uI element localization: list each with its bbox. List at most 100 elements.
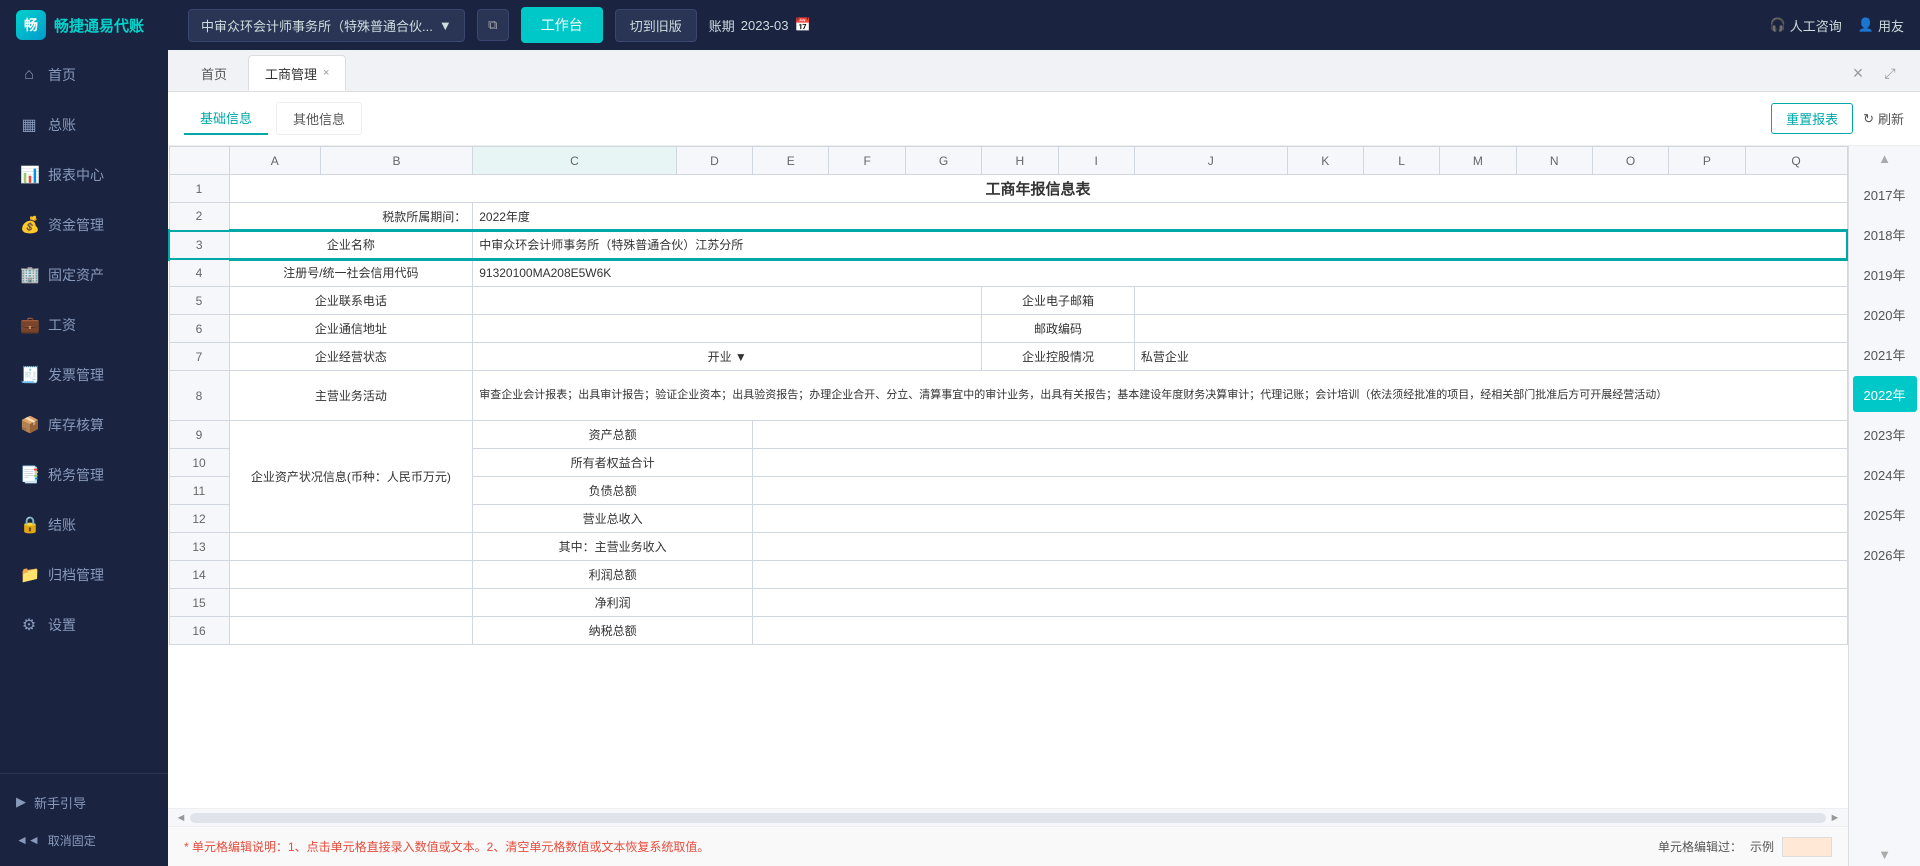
sidebar-item-asset[interactable]: 🏢 固定资产 bbox=[0, 250, 168, 300]
cell-12-value[interactable] bbox=[753, 505, 1847, 533]
expand-window-button[interactable]: ⤢ bbox=[1876, 59, 1904, 87]
year-item-2023[interactable]: 2023年 bbox=[1853, 416, 1917, 452]
cell-4-value[interactable]: 91320100MA208E5W6K bbox=[473, 259, 1847, 287]
cell-3-value[interactable]: 中审众环会计师事务所（特殊普通合伙）江苏分所 bbox=[473, 231, 1847, 259]
user-label: 用友 bbox=[1878, 16, 1904, 35]
table-row: 5 企业联系电话 企业电子邮箱 bbox=[169, 287, 1847, 315]
cell-7-status-value[interactable]: 开业 ▼ bbox=[473, 343, 982, 371]
tab-basic-info[interactable]: 基础信息 bbox=[184, 102, 268, 135]
sidebar-item-archive[interactable]: 📁 归档管理 bbox=[0, 550, 168, 600]
table-row: 15 净利润 bbox=[169, 589, 1847, 617]
switch-version-button[interactable]: 切到旧版 bbox=[615, 9, 697, 42]
sidebar-label-closing: 结账 bbox=[48, 515, 76, 535]
app-logo: 畅 畅捷通易代账 bbox=[16, 10, 176, 40]
row-num-11: 11 bbox=[169, 477, 229, 505]
table-row: 1 工商年报信息表 bbox=[169, 175, 1847, 203]
tab-close-icon[interactable]: × bbox=[323, 67, 329, 79]
cell-16-value[interactable] bbox=[753, 617, 1847, 645]
row-num-5: 5 bbox=[169, 287, 229, 315]
cell-15-value[interactable] bbox=[753, 589, 1847, 617]
cell-9-value[interactable] bbox=[753, 421, 1847, 449]
cell-2-value[interactable]: 2022年度 bbox=[473, 203, 1847, 231]
tab-other-info[interactable]: 其他信息 bbox=[276, 102, 362, 135]
cell-5-email-value[interactable] bbox=[1134, 287, 1847, 315]
cell-5-phone[interactable] bbox=[473, 287, 982, 315]
sidebar-item-inventory[interactable]: 📦 库存核算 bbox=[0, 400, 168, 450]
workbench-button[interactable]: 工作台 bbox=[521, 7, 603, 43]
sidebar-label-inventory: 库存核算 bbox=[48, 415, 104, 435]
sidebar-scroll: ⌂ 首页 ▦ 总账 📊 报表中心 💰 资金管理 🏢 固定资产 💼 工资 bbox=[0, 50, 168, 773]
scroll-left-arrow[interactable]: ◄ bbox=[172, 809, 190, 827]
year-scroll-up-button[interactable]: ▲ bbox=[1853, 146, 1917, 170]
year-item-2021[interactable]: 2021年 bbox=[1853, 336, 1917, 372]
salary-icon: 💼 bbox=[20, 315, 38, 335]
row-num-2: 2 bbox=[169, 203, 229, 231]
calendar-icon[interactable]: 📅 bbox=[794, 17, 810, 33]
cell-10-value[interactable] bbox=[753, 449, 1847, 477]
row-num-7: 7 bbox=[169, 343, 229, 371]
cell-6-zip-label: 邮政编码 bbox=[982, 315, 1135, 343]
scroll-right-arrow[interactable]: ► bbox=[1826, 809, 1844, 827]
cell-6-address[interactable] bbox=[473, 315, 982, 343]
unpin-button[interactable]: ◄◄ 取消固定 bbox=[0, 822, 168, 858]
scroll-track[interactable] bbox=[190, 813, 1826, 823]
content-toolbar: 基础信息 其他信息 重置报表 ↻ 刷新 bbox=[168, 92, 1920, 146]
close-window-button[interactable]: × bbox=[1844, 59, 1872, 87]
sidebar-item-ledger[interactable]: ▦ 总账 bbox=[0, 100, 168, 150]
sidebar-item-settings[interactable]: ⚙ 设置 bbox=[0, 600, 168, 650]
report-icon: 📊 bbox=[20, 165, 38, 185]
cell-5-email-label: 企业电子邮箱 bbox=[982, 287, 1135, 315]
sidebar-item-closing[interactable]: 🔒 结账 bbox=[0, 500, 168, 550]
year-item-2022[interactable]: 2022年 bbox=[1853, 376, 1917, 412]
sidebar-item-salary[interactable]: 💼 工资 bbox=[0, 300, 168, 350]
cell-14-label: 利润总额 bbox=[473, 561, 753, 589]
year-item-2025[interactable]: 2025年 bbox=[1853, 496, 1917, 532]
new-guide-button[interactable]: ▶ 新手引导 bbox=[0, 782, 168, 822]
copy-button[interactable]: ⧉ bbox=[477, 9, 509, 41]
reset-report-button[interactable]: 重置报表 bbox=[1771, 103, 1853, 134]
sheet-grid[interactable]: A B C D E F G H I J K L bbox=[168, 146, 1848, 808]
cell-8-value[interactable]: 审查企业会计报表；出具审计报告；验证企业资本；出具验资报告；办理企业合开、分立、… bbox=[473, 371, 1847, 421]
col-header-c: C bbox=[473, 147, 677, 175]
tab-commerce[interactable]: 工商管理 × bbox=[248, 55, 346, 91]
top-bar: 畅 畅捷通易代账 中审众环会计师事务所（特殊普通合伙... ▼ ⧉ 工作台 切到… bbox=[0, 0, 1920, 50]
guide-icon: ▶ bbox=[16, 794, 26, 810]
cell-14-value[interactable] bbox=[753, 561, 1847, 589]
company-selector[interactable]: 中审众环会计师事务所（特殊普通合伙... ▼ bbox=[188, 9, 465, 42]
sidebar-item-home[interactable]: ⌂ 首页 bbox=[0, 50, 168, 100]
top-right-area: 🎧 人工咨询 👤 用友 bbox=[1770, 16, 1904, 35]
sidebar-item-tax[interactable]: 📑 税务管理 bbox=[0, 450, 168, 500]
settings-icon: ⚙ bbox=[20, 615, 38, 635]
spreadsheet-container: A B C D E F G H I J K L bbox=[168, 146, 1848, 866]
year-item-2017[interactable]: 2017年 bbox=[1853, 176, 1917, 212]
service-button[interactable]: 🎧 人工咨询 bbox=[1770, 16, 1842, 35]
tab-home[interactable]: 首页 bbox=[184, 55, 244, 91]
user-button[interactable]: 👤 用友 bbox=[1858, 16, 1904, 35]
cell-title[interactable]: 工商年报信息表 bbox=[229, 175, 1847, 203]
year-panel: ▲ 2017年 2018年 2019年 2020年 2021年 2022年 20… bbox=[1848, 146, 1920, 866]
cell-edit-hint: * 单元格编辑说明：1、点击单元格直接录入数值或文本。2、清空单元格数值或文本恢… bbox=[184, 838, 709, 855]
cell-13-value[interactable] bbox=[753, 533, 1847, 561]
unpin-icon: ◄◄ bbox=[16, 833, 40, 847]
year-item-2018[interactable]: 2018年 bbox=[1853, 216, 1917, 252]
refresh-button[interactable]: ↻ 刷新 bbox=[1863, 109, 1904, 128]
table-row: 16 纳税总额 bbox=[169, 617, 1847, 645]
sidebar-item-invoice[interactable]: 🧾 发票管理 bbox=[0, 350, 168, 400]
year-item-2020[interactable]: 2020年 bbox=[1853, 296, 1917, 332]
table-row: 7 企业经营状态 开业 ▼ 企业控股情况 私营企业 bbox=[169, 343, 1847, 371]
year-item-2026[interactable]: 2026年 bbox=[1853, 536, 1917, 572]
logo-icon: 畅 bbox=[16, 10, 46, 40]
sidebar-item-finance[interactable]: 💰 资金管理 bbox=[0, 200, 168, 250]
year-scroll-down-button[interactable]: ▼ bbox=[1853, 842, 1917, 866]
sidebar-item-report[interactable]: 📊 报表中心 bbox=[0, 150, 168, 200]
year-item-2024[interactable]: 2024年 bbox=[1853, 456, 1917, 492]
cell-6-zip-value[interactable] bbox=[1134, 315, 1847, 343]
horizontal-scrollbar[interactable]: ◄ ► bbox=[168, 808, 1848, 826]
cell-7-control-value[interactable]: 私营企业 bbox=[1134, 343, 1847, 371]
year-item-2019[interactable]: 2019年 bbox=[1853, 256, 1917, 292]
cell-asset-label: 企业资产状况信息(币种：人民币万元) bbox=[229, 421, 473, 533]
tax-icon: 📑 bbox=[20, 465, 38, 485]
period-value: 2023-03 bbox=[741, 18, 789, 33]
cell-11-value[interactable] bbox=[753, 477, 1847, 505]
table-row: 4 注册号/统一社会信用代码 91320100MA208E5W6K bbox=[169, 259, 1847, 287]
